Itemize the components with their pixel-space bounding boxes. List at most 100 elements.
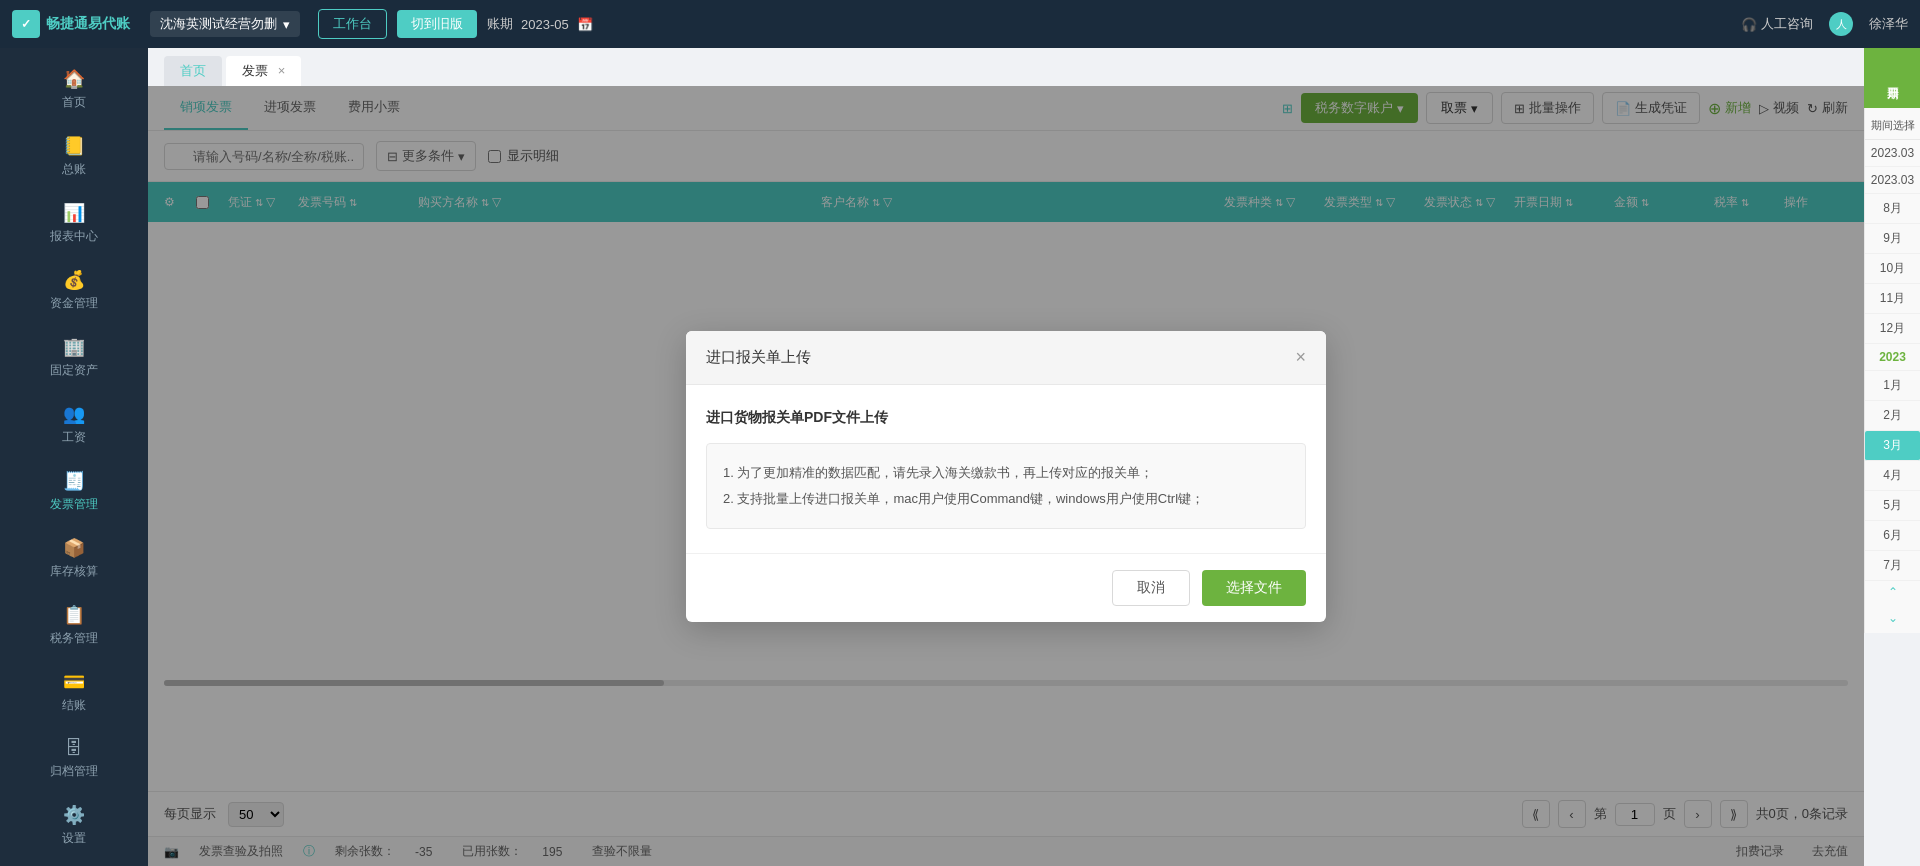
username: 徐泽华 bbox=[1869, 15, 1908, 33]
tab-invoice[interactable]: 发票 × bbox=[226, 56, 301, 86]
sidebar-item-ledger[interactable]: 📒 总账 bbox=[8, 125, 140, 188]
sidebar-item-label: 库存核算 bbox=[50, 563, 98, 580]
funds-icon: 💰 bbox=[63, 269, 85, 291]
sidebar-item-archive[interactable]: 🗄 归档管理 bbox=[8, 728, 140, 790]
logo-icon: ✓ bbox=[12, 10, 40, 38]
period-value: 2023-05 bbox=[521, 17, 569, 32]
sidebar-item-settings[interactable]: ⚙️ 设置 bbox=[8, 794, 140, 857]
sidebar-item-label: 资金管理 bbox=[50, 295, 98, 312]
period-item[interactable]: 11月 bbox=[1865, 284, 1920, 314]
modal-title: 进口报关单上传 bbox=[706, 348, 811, 367]
sidebar-item-label: 税务管理 bbox=[50, 630, 98, 647]
period-collapse-btn[interactable]: ⌃ bbox=[1884, 581, 1902, 603]
modal-footer: 取消 选择文件 bbox=[686, 553, 1326, 622]
modal-close-btn[interactable]: × bbox=[1295, 347, 1306, 368]
modal-overlay: 进口报关单上传 × 进口货物报关单PDF文件上传 1. 为了更加精准的数据匹配，… bbox=[148, 86, 1864, 866]
modal: 进口报关单上传 × 进口货物报关单PDF文件上传 1. 为了更加精准的数据匹配，… bbox=[686, 331, 1326, 622]
sidebar-item-home[interactable]: 🏠 首页 bbox=[8, 58, 140, 121]
period-select-label: 期间选择 bbox=[1865, 112, 1920, 140]
period-item[interactable]: 12月 bbox=[1865, 314, 1920, 344]
sidebar: 🏠 首页 📒 总账 📊 报表中心 💰 资金管理 🏢 固定资产 👥 工资 🧾 发票… bbox=[0, 48, 148, 866]
service-btn[interactable]: 🎧 人工咨询 bbox=[1741, 15, 1813, 33]
modal-info-box: 1. 为了更加精准的数据匹配，请先录入海关缴款书，再上传对应的报关单； 2. 支… bbox=[706, 443, 1306, 529]
sidebar-item-label: 首页 bbox=[62, 94, 86, 111]
calendar-icon: 📅 bbox=[577, 17, 593, 32]
sidebar-item-invoices[interactable]: 🧾 发票管理 bbox=[8, 460, 140, 523]
sidebar-item-payroll[interactable]: 👥 工资 bbox=[8, 393, 140, 456]
reports-icon: 📊 bbox=[63, 202, 85, 224]
archive-icon: 🗄 bbox=[65, 738, 83, 759]
period-item[interactable]: 2023.03 bbox=[1865, 167, 1920, 194]
app-name: 畅捷通易代账 bbox=[46, 15, 130, 33]
sidebar-item-tax[interactable]: 📋 税务管理 bbox=[8, 594, 140, 657]
workspace-btn[interactable]: 工作台 bbox=[318, 9, 387, 39]
modal-cancel-btn[interactable]: 取消 bbox=[1112, 570, 1190, 606]
period-item[interactable]: 8月 bbox=[1865, 194, 1920, 224]
sidebar-item-label: 设置 bbox=[62, 830, 86, 847]
sidebar-item-label: 工资 bbox=[62, 429, 86, 446]
period-item[interactable]: 6月 bbox=[1865, 521, 1920, 551]
period-item-active[interactable]: 3月 bbox=[1865, 431, 1920, 461]
period-item[interactable]: 7月 bbox=[1865, 551, 1920, 581]
modal-body: 进口货物报关单PDF文件上传 1. 为了更加精准的数据匹配，请先录入海关缴款书，… bbox=[686, 385, 1326, 553]
top-bar: ✓ 畅捷通易代账 沈海英测试经营勿删 ▾ 工作台 切到旧版 账期 2023-05… bbox=[0, 0, 1920, 48]
headset-icon: 🎧 bbox=[1741, 17, 1757, 32]
modal-header: 进口报关单上传 × bbox=[686, 331, 1326, 385]
open-date-btn[interactable]: 开票日期 bbox=[1864, 48, 1920, 108]
period-item[interactable]: 2月 bbox=[1865, 401, 1920, 431]
period-item[interactable]: 1月 bbox=[1865, 371, 1920, 401]
period-item[interactable]: 5月 bbox=[1865, 491, 1920, 521]
sidebar-item-funds[interactable]: 💰 资金管理 bbox=[8, 259, 140, 322]
home-icon: 🏠 bbox=[63, 68, 85, 90]
right-side: 开票日期 期间选择 2023.03 2023.03 8月 9月 10月 11月 … bbox=[1864, 48, 1920, 866]
sidebar-item-label: 总账 bbox=[62, 161, 86, 178]
modal-instruction-1: 1. 为了更加精准的数据匹配，请先录入海关缴款书，再上传对应的报关单； bbox=[723, 460, 1289, 486]
invoices-icon: 🧾 bbox=[63, 470, 85, 492]
sidebar-item-inventory[interactable]: 📦 库存核算 bbox=[8, 527, 140, 590]
service-label: 人工咨询 bbox=[1761, 15, 1813, 33]
switch-version-btn[interactable]: 切到旧版 bbox=[397, 10, 477, 38]
inventory-icon: 📦 bbox=[63, 537, 85, 559]
avatar: 人 bbox=[1829, 12, 1853, 36]
sidebar-item-label: 固定资产 bbox=[50, 362, 98, 379]
settle-icon: 💳 bbox=[63, 671, 85, 693]
sidebar-item-label: 归档管理 bbox=[50, 763, 98, 780]
tab-home[interactable]: 首页 bbox=[164, 56, 222, 86]
chevron-down-icon: ▾ bbox=[283, 17, 290, 32]
tab-invoice-label: 发票 bbox=[242, 63, 268, 78]
tab-close-btn[interactable]: × bbox=[278, 63, 286, 78]
sidebar-item-reports[interactable]: 📊 报表中心 bbox=[8, 192, 140, 255]
period-label: 账期 bbox=[487, 15, 513, 33]
assets-icon: 🏢 bbox=[63, 336, 85, 358]
tab-bar: 首页 发票 × bbox=[148, 48, 1864, 86]
main-layout: 🏠 首页 📒 总账 📊 报表中心 💰 资金管理 🏢 固定资产 👥 工资 🧾 发票… bbox=[0, 48, 1920, 866]
company-name: 沈海英测试经营勿删 bbox=[160, 15, 277, 33]
period-item[interactable]: 10月 bbox=[1865, 254, 1920, 284]
sidebar-item-label: 发票管理 bbox=[50, 496, 98, 513]
period-panel: 期间选择 2023.03 2023.03 8月 9月 10月 11月 12月 2… bbox=[1864, 108, 1920, 633]
top-bar-right: 🎧 人工咨询 人 徐泽华 bbox=[1741, 12, 1908, 36]
period-item[interactable]: 2023.03 bbox=[1865, 140, 1920, 167]
company-selector[interactable]: 沈海英测试经营勿删 ▾ bbox=[150, 11, 300, 37]
settings-icon: ⚙️ bbox=[63, 804, 85, 826]
sidebar-item-assets[interactable]: 🏢 固定资产 bbox=[8, 326, 140, 389]
sidebar-item-settle[interactable]: 💳 结账 bbox=[8, 661, 140, 724]
ledger-icon: 📒 bbox=[63, 135, 85, 157]
period-item-year[interactable]: 2023 bbox=[1865, 344, 1920, 371]
tax-icon: 📋 bbox=[63, 604, 85, 626]
modal-select-file-btn[interactable]: 选择文件 bbox=[1202, 570, 1306, 606]
content-area: 首页 发票 × 销项发票 进项发票 费用小票 ⊞ bbox=[148, 48, 1864, 866]
sidebar-item-label: 结账 bbox=[62, 697, 86, 714]
modal-body-title: 进口货物报关单PDF文件上传 bbox=[706, 409, 1306, 427]
page-content: 销项发票 进项发票 费用小票 ⊞ 税务数字账户 ▾ 取票 ▾ bbox=[148, 86, 1864, 866]
period-expand-btn[interactable]: ⌄ bbox=[1884, 607, 1902, 629]
sidebar-item-guide[interactable]: 📌 新手引导 bbox=[8, 861, 140, 866]
sidebar-item-label: 报表中心 bbox=[50, 228, 98, 245]
tab-home-label: 首页 bbox=[180, 63, 206, 78]
payroll-icon: 👥 bbox=[63, 403, 85, 425]
app-logo: ✓ 畅捷通易代账 bbox=[12, 10, 130, 38]
period-item[interactable]: 4月 bbox=[1865, 461, 1920, 491]
period-info: 账期 2023-05 📅 bbox=[487, 15, 593, 33]
period-item[interactable]: 9月 bbox=[1865, 224, 1920, 254]
modal-instruction-2: 2. 支持批量上传进口报关单，mac用户使用Command键，windows用户… bbox=[723, 486, 1289, 512]
